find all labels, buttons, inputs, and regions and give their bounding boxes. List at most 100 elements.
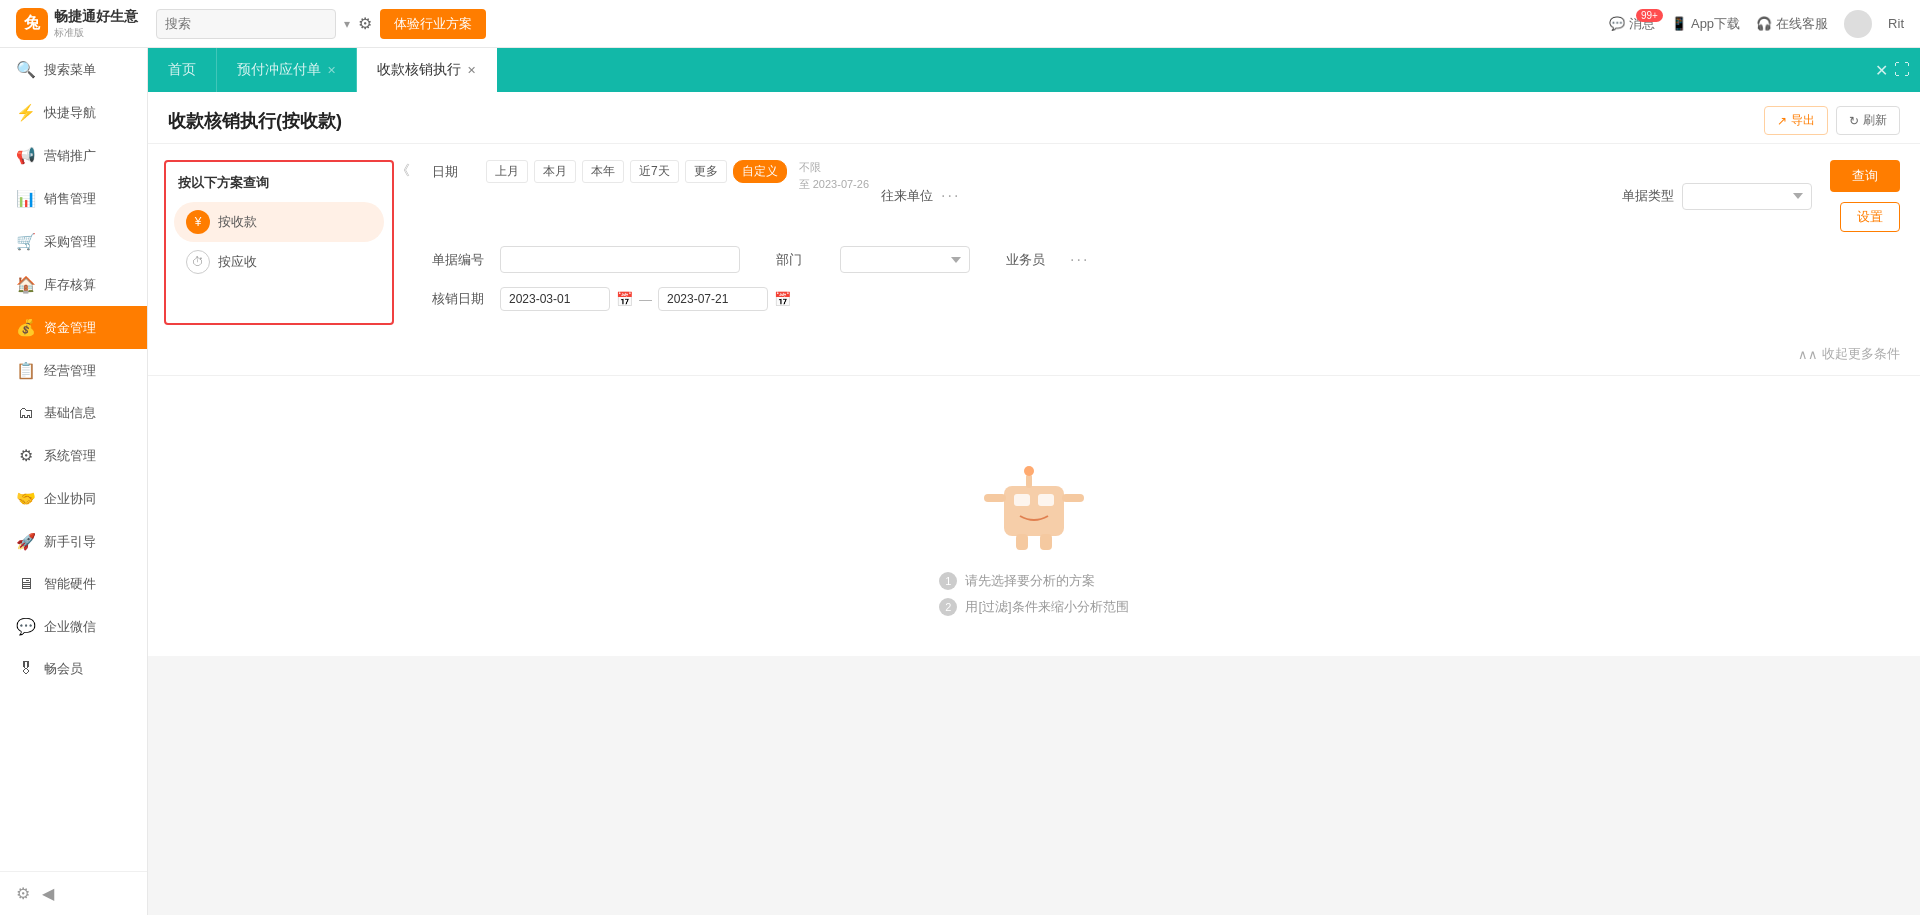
empty-svg xyxy=(974,456,1094,556)
quick-nav-icon: ⚡ xyxy=(16,103,36,122)
message-icon: 💬 xyxy=(1609,16,1625,31)
sidebar-label-system: 系统管理 xyxy=(44,447,96,465)
app-icon: 📱 xyxy=(1671,16,1687,31)
sidebar-item-vip[interactable]: 🎖 畅会员 xyxy=(0,648,147,690)
topbar-right: 💬 消息 99+ 📱 App下载 🎧 在线客服 Rit xyxy=(1609,10,1904,38)
svg-rect-7 xyxy=(1016,534,1028,550)
sidebar: 🔍 搜索菜单 ⚡ 快捷导航 📢 营销推广 📊 销售管理 🛒 采购管理 🏠 库存核… xyxy=(0,48,148,915)
filter-row-2: 单据编号 部门 业务员 ··· xyxy=(432,246,1900,273)
sidebar-item-wechat[interactable]: 💬 企业微信 xyxy=(0,605,147,648)
online-service-btn[interactable]: 🎧 在线客服 xyxy=(1756,15,1828,33)
date-btn-last-month[interactable]: 上月 xyxy=(486,160,528,183)
collapse-icon: 《 xyxy=(396,162,410,180)
hint-num-2: 2 xyxy=(939,598,957,616)
doc-type-select[interactable] xyxy=(1682,183,1812,210)
sidebar-item-manage[interactable]: 📋 经营管理 xyxy=(0,349,147,392)
receivable-icon: ⏱ xyxy=(186,250,210,274)
filter-collection-label: 按收款 xyxy=(218,213,257,231)
sidebar-item-base-info[interactable]: 🗂 基础信息 xyxy=(0,392,147,434)
page-content: 收款核销执行(按收款) ↗ 导出 ↻ 刷新 按以下方案查询 xyxy=(148,92,1920,915)
date-separator: — xyxy=(639,292,652,307)
empty-state: 1 请先选择要分析的方案 2 用[过滤]条件来缩小分析范围 xyxy=(148,376,1920,656)
sidebar-item-purchase[interactable]: 🛒 采购管理 xyxy=(0,220,147,263)
doc-no-input[interactable] xyxy=(500,246,740,273)
sidebar-label-collab: 企业协同 xyxy=(44,490,96,508)
date-btn-this-year[interactable]: 本年 xyxy=(582,160,624,183)
sidebar-item-system[interactable]: ⚙ 系统管理 xyxy=(0,434,147,477)
dept-label: 部门 xyxy=(776,251,824,269)
message-btn[interactable]: 💬 消息 99+ xyxy=(1609,15,1655,33)
settings-icon[interactable]: ⚙ xyxy=(16,884,30,903)
export-btn[interactable]: ↗ 导出 xyxy=(1764,106,1828,135)
filter-by-receivable[interactable]: ⏱ 按应收 xyxy=(174,242,384,282)
sidebar-label-inventory: 库存核算 xyxy=(44,276,96,294)
staff-label: 业务员 xyxy=(1006,251,1054,269)
sidebar-item-quick-nav[interactable]: ⚡ 快捷导航 xyxy=(0,91,147,134)
sidebar-label-sales: 销售管理 xyxy=(44,190,96,208)
manage-icon: 📋 xyxy=(16,361,36,380)
app-download-btn[interactable]: 📱 App下载 xyxy=(1671,15,1740,33)
chevron-down-icon[interactable]: ▾ xyxy=(344,17,350,31)
filter-by-collection[interactable]: ¥ 按收款 xyxy=(174,202,384,242)
verify-date-end-input[interactable] xyxy=(658,287,768,311)
tab-home-label: 首页 xyxy=(168,61,196,79)
collapse-sidebar-icon[interactable]: ◀ xyxy=(42,884,54,903)
setting-btn[interactable]: 设置 xyxy=(1840,202,1900,232)
counterpart-label: 往来单位 xyxy=(881,187,933,205)
collapse-filter-btn[interactable]: 《 xyxy=(394,144,412,341)
verify-date-start-input[interactable] xyxy=(500,287,610,311)
main-tabbar: 首页 预付冲应付单 ✕ 收款核销执行 ✕ ✕ ⛶ xyxy=(148,48,1920,92)
calendar-end-icon[interactable]: 📅 xyxy=(774,291,791,307)
sidebar-item-finance[interactable]: 💰 资金管理 xyxy=(0,306,147,349)
tab-home[interactable]: 首页 xyxy=(148,48,217,92)
guide-icon: 🚀 xyxy=(16,532,36,551)
base-info-icon: 🗂 xyxy=(16,404,36,422)
sales-icon: 📊 xyxy=(16,189,36,208)
hint-num-1: 1 xyxy=(939,572,957,590)
counterpart-input[interactable]: ··· xyxy=(941,187,960,205)
filter-row-3: 核销日期 📅 — 📅 xyxy=(432,287,1900,311)
refresh-btn[interactable]: ↻ 刷新 xyxy=(1836,106,1900,135)
sidebar-item-inventory[interactable]: 🏠 库存核算 xyxy=(0,263,147,306)
sidebar-bottom: ⚙ ◀ xyxy=(0,871,147,915)
sidebar-label-guide: 新手引导 xyxy=(44,533,96,551)
sidebar-item-search[interactable]: 🔍 搜索菜单 xyxy=(0,48,147,91)
tab-collection[interactable]: 收款核销执行 ✕ xyxy=(357,48,497,92)
date-btn-7days[interactable]: 近7天 xyxy=(630,160,679,183)
verify-date-label: 核销日期 xyxy=(432,290,484,308)
date-btn-custom[interactable]: 自定义 xyxy=(733,160,787,183)
sidebar-item-hardware[interactable]: 🖥 智能硬件 xyxy=(0,563,147,605)
tab-prepay-close-icon[interactable]: ✕ xyxy=(327,64,336,77)
industry-btn[interactable]: 体验行业方案 xyxy=(380,9,486,39)
svg-rect-5 xyxy=(984,494,1006,502)
sidebar-label-quick-nav: 快捷导航 xyxy=(44,104,96,122)
maximize-btn[interactable]: ⛶ xyxy=(1894,61,1910,79)
date-btn-this-month[interactable]: 本月 xyxy=(534,160,576,183)
tab-collection-close-icon[interactable]: ✕ xyxy=(467,64,476,77)
hardware-icon: 🖥 xyxy=(16,575,36,593)
collapse-more-btn[interactable]: ∧∧ 收起更多条件 xyxy=(1798,345,1900,363)
close-tab-btn[interactable]: ✕ xyxy=(1875,61,1888,80)
calendar-start-icon[interactable]: 📅 xyxy=(616,291,633,307)
sidebar-label-marketing: 营销推广 xyxy=(44,147,96,165)
message-badge: 99+ xyxy=(1636,9,1663,22)
sidebar-item-guide[interactable]: 🚀 新手引导 xyxy=(0,520,147,563)
brand-name: 畅捷通好生意 xyxy=(54,8,138,26)
sidebar-item-sales[interactable]: 📊 销售管理 xyxy=(0,177,147,220)
collab-icon: 🤝 xyxy=(16,489,36,508)
tab-prepay[interactable]: 预付冲应付单 ✕ xyxy=(217,48,357,92)
gear-icon[interactable]: ⚙ xyxy=(358,14,372,33)
search-input[interactable] xyxy=(156,9,336,39)
dept-select[interactable] xyxy=(840,246,970,273)
sidebar-item-collab[interactable]: 🤝 企业协同 xyxy=(0,477,147,520)
hint-text-1: 请先选择要分析的方案 xyxy=(965,572,1095,590)
staff-input[interactable]: ··· xyxy=(1070,251,1089,269)
svg-rect-3 xyxy=(1026,474,1032,488)
sidebar-item-marketing[interactable]: 📢 营销推广 xyxy=(0,134,147,177)
query-btn[interactable]: 查询 xyxy=(1830,160,1900,192)
sidebar-label-vip: 畅会员 xyxy=(44,660,83,678)
date-btn-more[interactable]: 更多 xyxy=(685,160,727,183)
svg-rect-2 xyxy=(1038,494,1054,506)
avatar[interactable] xyxy=(1844,10,1872,38)
date-no-limit: 不限 xyxy=(799,160,869,175)
